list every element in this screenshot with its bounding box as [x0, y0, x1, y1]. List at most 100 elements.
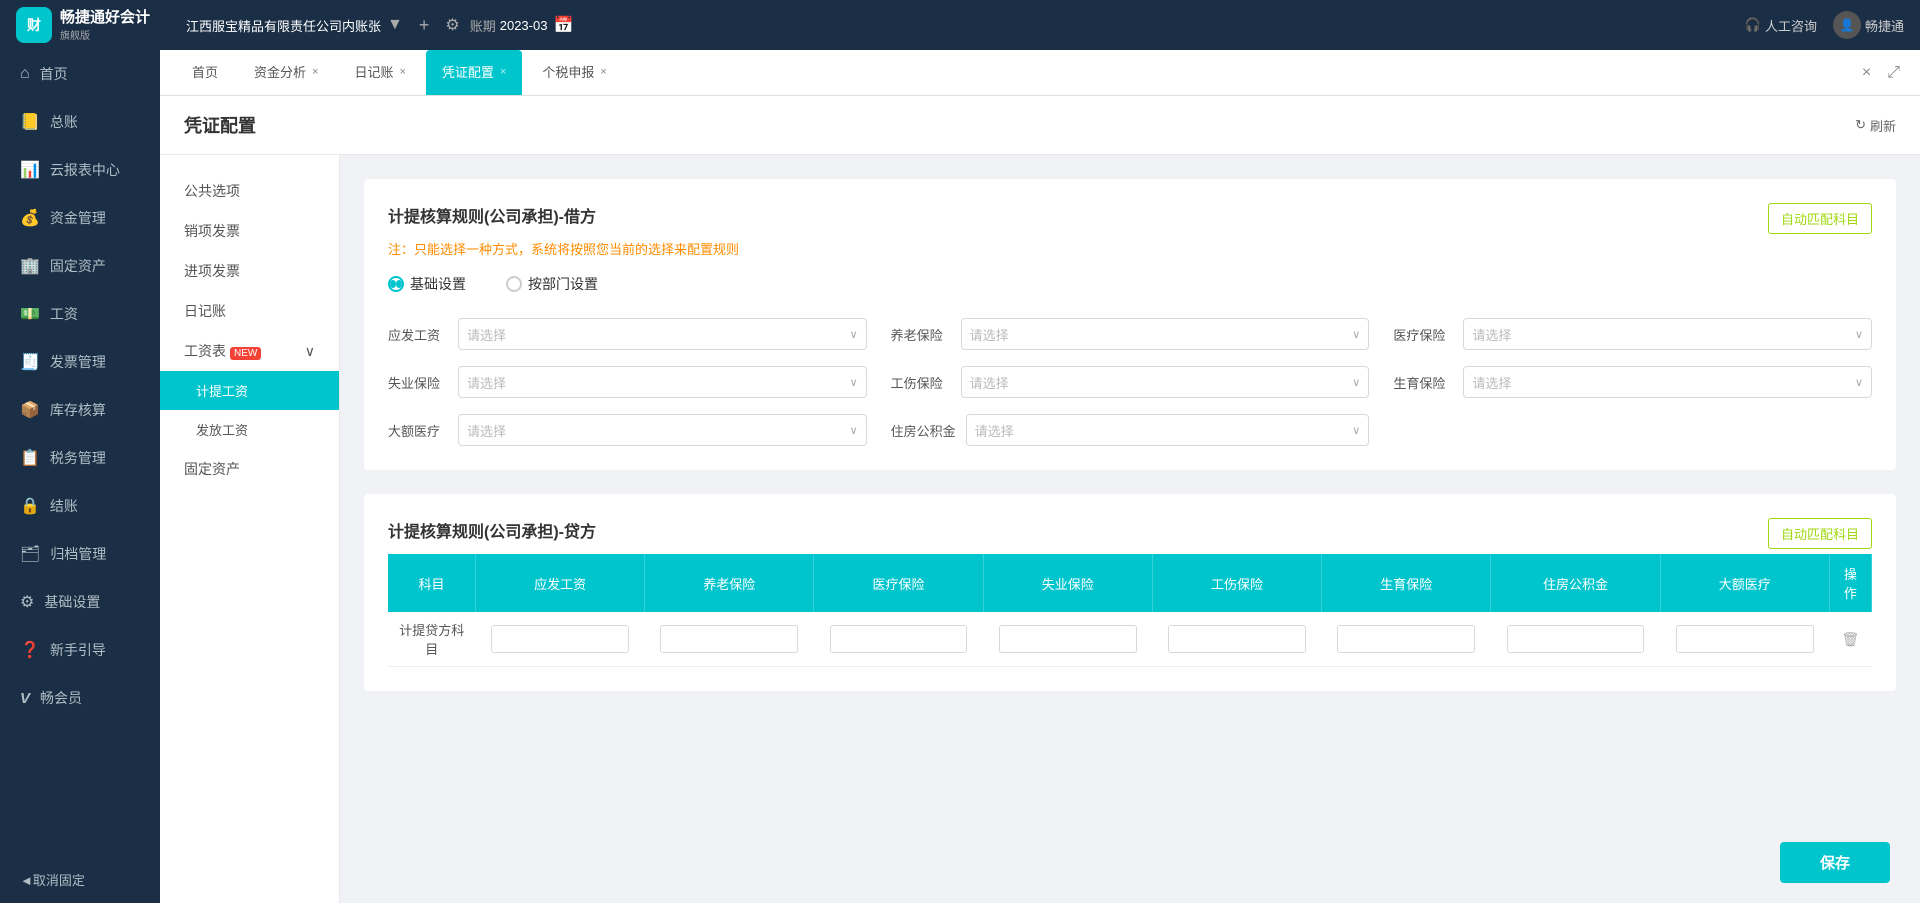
select-yfgz[interactable]: 请选择 ∨ — [458, 318, 867, 350]
nav-fixed-assets[interactable]: 固定资产 — [160, 449, 339, 489]
cell-ylbx2 — [814, 612, 983, 667]
input-ylbx[interactable] — [660, 625, 798, 653]
radio-basic[interactable]: 基础设置 — [388, 274, 466, 294]
support-button[interactable]: 🎧 人工咨询 — [1745, 16, 1817, 35]
close-tab-button[interactable]: × — [1858, 60, 1875, 86]
sidebar-item-inventory[interactable]: 📦 库存核算 — [0, 386, 160, 434]
sidebar-item-invoice[interactable]: 🧾 发票管理 — [0, 338, 160, 386]
input-deyf[interactable] — [1676, 625, 1814, 653]
nav-public[interactable]: 公共选项 — [160, 171, 339, 211]
salary-icon: 💵 — [20, 304, 40, 324]
select-ylbx[interactable]: 请选择 ∨ — [961, 318, 1370, 350]
sidebar-item-vip[interactable]: V 畅会员 — [0, 674, 160, 722]
cell-deyf — [1660, 612, 1829, 667]
tab-journal[interactable]: 日记账 × — [338, 50, 421, 95]
cell-sybx2 — [1322, 612, 1491, 667]
sidebar-item-tax[interactable]: 📋 税务管理 — [0, 434, 160, 482]
sidebar-item-archive[interactable]: 🗂 归档管理 — [0, 530, 160, 578]
tab-voucher-close[interactable]: × — [500, 66, 506, 78]
radio-dept[interactable]: 按部门设置 — [506, 274, 598, 294]
tab-fund[interactable]: 资金分析 × — [238, 50, 334, 95]
sidebar-item-settings[interactable]: ⚙ 基础设置 — [0, 578, 160, 626]
cell-zfgjj — [1491, 612, 1660, 667]
select-ylbx2-placeholder: 请选择 — [1472, 325, 1511, 344]
nav-calc-salary[interactable]: 计提工资 — [160, 371, 339, 410]
field-gsbx: 工伤保险 请选择 ∨ — [891, 366, 1370, 398]
sidebar-item-reports[interactable]: 📊 云报表中心 — [0, 146, 160, 194]
company-dropdown-icon[interactable]: ▼ — [387, 16, 403, 34]
calendar-icon[interactable]: 📅 — [553, 15, 573, 35]
reports-icon: 📊 — [20, 160, 40, 180]
input-zfgjj[interactable] — [1507, 625, 1645, 653]
logo-icon: 财 — [16, 7, 52, 43]
credit-auto-match-button[interactable]: 自动匹配科目 — [1768, 518, 1872, 549]
tab-voucher[interactable]: 凭证配置 × — [426, 50, 522, 95]
debit-section-note: 注：只能选择一种方式，系统将按照您当前的选择来配置规则 — [388, 239, 1872, 258]
tab-tax-close[interactable]: × — [600, 66, 606, 78]
nav-sales-invoice[interactable]: 销项发票 — [160, 211, 339, 251]
col-ylbx: 养老保险 — [645, 554, 814, 612]
delete-row-button[interactable]: 🗑 — [1842, 631, 1860, 647]
home-icon: ⌂ — [20, 65, 30, 83]
fund-icon: 💰 — [20, 208, 40, 228]
debit-section: 计提核算规则(公司承担)-借方 注：只能选择一种方式，系统将按照您当前的选择来配… — [364, 179, 1896, 470]
cell-sybx — [983, 612, 1152, 667]
new-badge: NEW — [230, 347, 261, 360]
sidebar-label-reports: 云报表中心 — [50, 160, 120, 180]
input-yfgz[interactable] — [491, 625, 629, 653]
select-gsbx[interactable]: 请选择 ∨ — [961, 366, 1370, 398]
archive-icon: 🗂 — [20, 544, 40, 564]
user-menu[interactable]: 👤 畅捷通 — [1833, 11, 1904, 39]
settings-icon[interactable]: ⚙ — [445, 15, 459, 35]
nav-pay-salary[interactable]: 发放工资 — [160, 410, 339, 449]
col-deyf: 大额医疗 — [1660, 554, 1829, 612]
select-deyf[interactable]: 请选择 ∨ — [458, 414, 867, 446]
input-gsbx[interactable] — [1168, 625, 1306, 653]
refresh-button[interactable]: ↻ 刷新 — [1855, 116, 1896, 135]
col-action: 操作 — [1829, 554, 1871, 612]
tab-journal-close[interactable]: × — [399, 66, 405, 78]
select-sybx2[interactable]: 请选择 ∨ — [1463, 366, 1872, 398]
sidebar-item-guide[interactable]: ❓ 新手引导 — [0, 626, 160, 674]
unpin-button[interactable]: ◄取消固定 — [0, 856, 160, 903]
input-ylbx2[interactable] — [830, 625, 968, 653]
select-sybx[interactable]: 请选择 ∨ — [458, 366, 867, 398]
sidebar-item-home[interactable]: ⌂ 首页 — [0, 50, 160, 98]
sidebar-item-assets[interactable]: 🏢 固定资产 — [0, 242, 160, 290]
select-ylbx2[interactable]: 请选择 ∨ — [1463, 318, 1872, 350]
select-zfgjj[interactable]: 请选择 ∨ — [966, 414, 1370, 446]
tab-tax[interactable]: 个税申报 × — [526, 50, 622, 95]
tab-tax-label: 个税申报 — [542, 62, 594, 81]
sidebar-item-fund[interactable]: 💰 资金管理 — [0, 194, 160, 242]
label-ylbx: 养老保险 — [891, 325, 951, 344]
tab-home[interactable]: 首页 — [176, 50, 234, 95]
expand-tab-button[interactable]: ⤢ — [1883, 60, 1904, 86]
chevron-down-icon: ∨ — [1352, 424, 1360, 437]
logo-sub: 旗舰版 — [60, 27, 150, 42]
nav-journal[interactable]: 日记账 — [160, 291, 339, 331]
radio-basic-circle — [388, 276, 404, 292]
debit-auto-match-button[interactable]: 自动匹配科目 — [1768, 203, 1872, 234]
save-button[interactable]: 保存 — [1780, 842, 1890, 883]
add-account-button[interactable]: + — [419, 15, 430, 36]
sidebar-item-ledger[interactable]: 📒 总账 — [0, 98, 160, 146]
select-sybx2-placeholder: 请选择 — [1472, 373, 1511, 392]
save-btn-area: 保存 — [1780, 842, 1890, 883]
table-row: 计提贷方科目 🗑 — [388, 612, 1872, 667]
sidebar-label-guide: 新手引导 — [50, 640, 106, 660]
field-sybx: 失业保险 请选择 ∨ — [388, 366, 867, 398]
page-header: 凭证配置 ↻ 刷新 — [160, 96, 1920, 155]
assets-icon: 🏢 — [20, 256, 40, 276]
cell-action: 🗑 — [1829, 612, 1871, 667]
sidebar-item-salary[interactable]: 💵 工资 — [0, 290, 160, 338]
label-gsbx: 工伤保险 — [891, 373, 951, 392]
sidebar-item-close[interactable]: 🔒 结账 — [0, 482, 160, 530]
nav-purchase-invoice[interactable]: 进项发票 — [160, 251, 339, 291]
input-sybx2[interactable] — [1337, 625, 1475, 653]
chevron-down-icon: ∨ — [1352, 328, 1360, 341]
radio-dept-circle — [506, 276, 522, 292]
tab-fund-close[interactable]: × — [312, 66, 318, 78]
input-sybx[interactable] — [999, 625, 1137, 653]
nav-payroll-table[interactable]: 工资表NEW ∨ — [160, 331, 339, 371]
sidebar-label-salary: 工资 — [50, 304, 78, 324]
